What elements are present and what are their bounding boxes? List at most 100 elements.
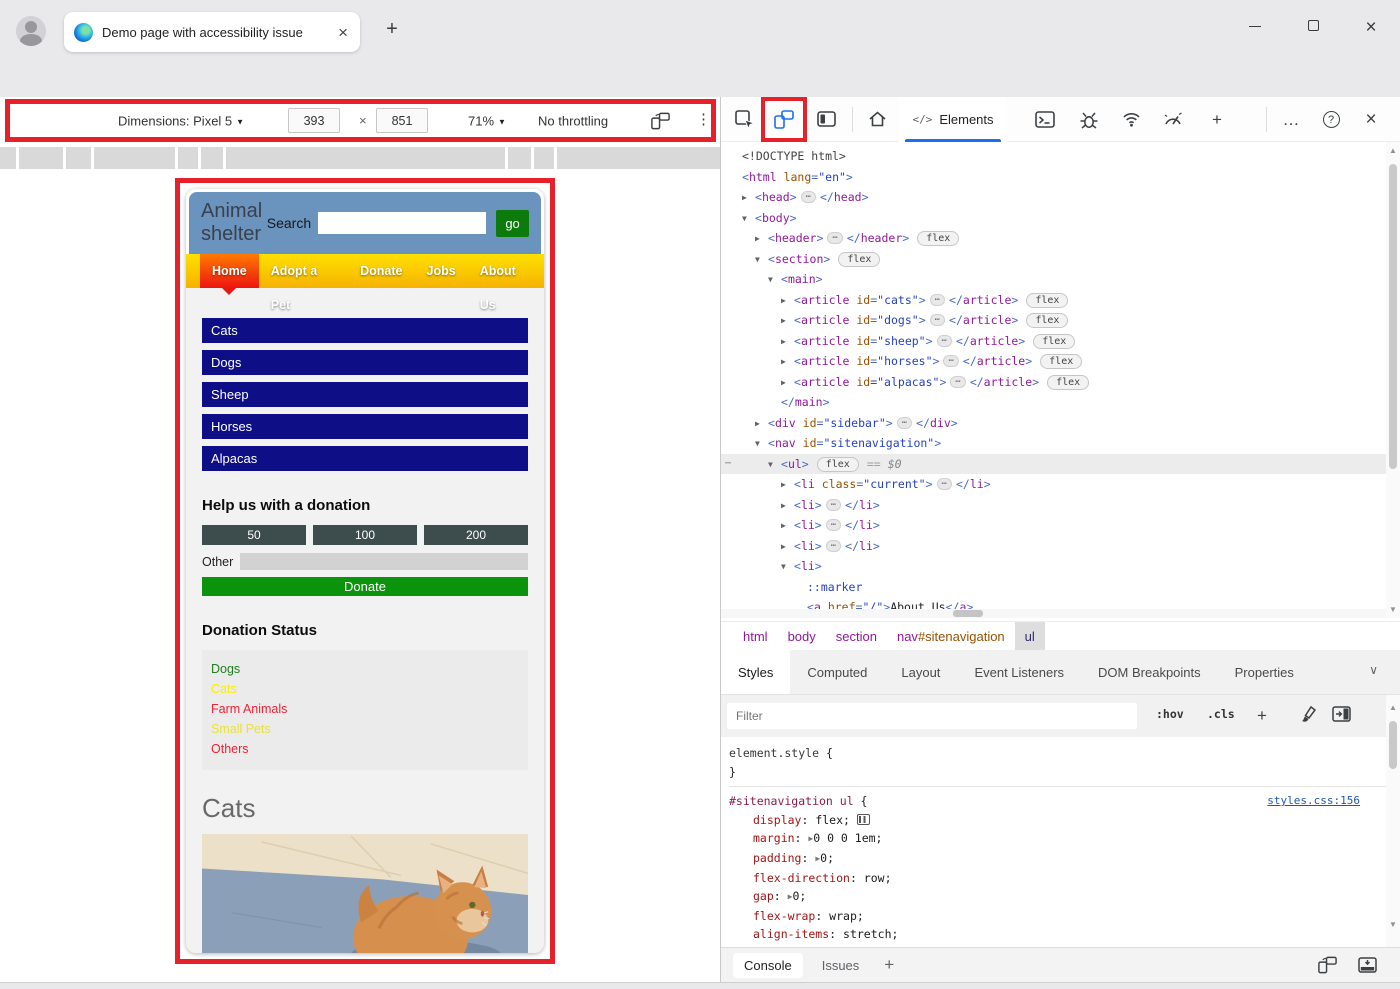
devtools-help-icon[interactable]: ?: [1317, 109, 1345, 131]
drawer-tab-console[interactable]: Console: [733, 953, 803, 978]
new-tab-button[interactable]: +: [380, 18, 404, 41]
dock-drawer-icon[interactable]: [1357, 955, 1378, 978]
site-nav-item[interactable]: Jobs: [415, 254, 468, 288]
status-item[interactable]: Small Pets: [202, 719, 528, 739]
tab-elements[interactable]: </> Elements: [899, 97, 1007, 142]
dom-tree-row[interactable]: ▶<li class="current">⋯</li>: [721, 474, 1386, 495]
expand-arrow-icon[interactable]: ▼: [755, 250, 768, 271]
dom-tree-row[interactable]: ▶<li>⋯</li>: [721, 515, 1386, 536]
dom-tree-row[interactable]: ::marker: [721, 577, 1386, 598]
dom-tree-row[interactable]: ▶<article id="alpacas">⋯</article>flex: [721, 372, 1386, 393]
collapsed-content-icon[interactable]: ⋯: [827, 232, 842, 244]
device-toolbar-toggle-icon[interactable]: [761, 97, 807, 142]
breadcrumb-item[interactable]: section: [826, 622, 887, 650]
collapsed-content-icon[interactable]: ⋯: [826, 540, 841, 552]
search-go-button[interactable]: go: [496, 210, 529, 237]
sidebar-tab-event-listeners[interactable]: Event Listeners: [957, 650, 1081, 694]
css-property[interactable]: margin: ▶0 0 0 1em;: [729, 829, 1386, 849]
css-property[interactable]: padding: ▶0;: [729, 849, 1386, 869]
add-drawer-tab-icon[interactable]: +: [884, 955, 894, 975]
breadcrumb-item[interactable]: body: [778, 622, 826, 650]
dom-tree-row[interactable]: ▼<nav id="sitenavigation">: [721, 433, 1386, 454]
inspect-element-icon[interactable]: [731, 109, 759, 131]
expand-arrow-icon[interactable]: ▼: [742, 209, 755, 230]
devtools-menu-icon[interactable]: …: [1277, 109, 1305, 131]
row-options-icon[interactable]: ⋯: [725, 454, 731, 475]
dom-tree-row[interactable]: ⋯▼<ul>flex==$0: [721, 454, 1386, 475]
dom-tree-row[interactable]: </main>: [721, 392, 1386, 413]
dom-tree-row[interactable]: ▶<article id="horses">⋯</article>flex: [721, 351, 1386, 372]
flex-badge[interactable]: flex: [917, 231, 959, 246]
flex-badge[interactable]: flex: [1026, 313, 1068, 328]
status-item[interactable]: Dogs: [202, 659, 528, 679]
dom-tree-row[interactable]: ▶<article id="cats">⋯</article>flex: [721, 290, 1386, 311]
activity-bar-location-icon[interactable]: [813, 109, 841, 131]
expand-arrow-icon[interactable]: ▶: [781, 352, 794, 373]
css-rule-selector[interactable]: element.style {: [729, 744, 1386, 763]
collapsed-content-icon[interactable]: ⋯: [937, 478, 952, 490]
sidebar-tab-properties[interactable]: Properties: [1218, 650, 1311, 694]
site-nav-item[interactable]: Adopt a Pet: [259, 254, 348, 288]
amount-button[interactable]: 100: [313, 525, 417, 545]
home-icon[interactable]: [863, 109, 891, 131]
devtools-close-icon[interactable]: ×: [1357, 109, 1385, 131]
minimize-button[interactable]: [1240, 18, 1270, 36]
animal-button[interactable]: Dogs: [202, 350, 528, 375]
sidebar-tab-computed[interactable]: Computed: [790, 650, 884, 694]
styles-filter-input[interactable]: [727, 703, 1137, 729]
flex-editor-icon[interactable]: [857, 814, 870, 825]
status-item[interactable]: Farm Animals: [202, 699, 528, 719]
dom-tree-row[interactable]: ▶<li>⋯</li>: [721, 495, 1386, 516]
breadcrumb-item[interactable]: html: [733, 622, 778, 650]
collapsed-content-icon[interactable]: ⋯: [943, 355, 958, 367]
flex-badge[interactable]: flex: [838, 252, 880, 267]
more-tabs-chevron-icon[interactable]: ∨: [1369, 663, 1378, 677]
dom-tree-row[interactable]: <html lang="en">: [721, 167, 1386, 188]
dom-tree-row[interactable]: ▼<li>: [721, 556, 1386, 577]
dom-tree-row[interactable]: ▶<article id="sheep">⋯</article>flex: [721, 331, 1386, 352]
collapsed-content-icon[interactable]: ⋯: [930, 314, 945, 326]
expand-arrow-icon[interactable]: ▶: [781, 311, 794, 332]
css-property[interactable]: align-items: stretch;: [729, 925, 1386, 944]
debug-bug-icon[interactable]: [1075, 109, 1103, 131]
network-conditions-icon[interactable]: [1117, 109, 1145, 131]
tab-close-icon[interactable]: ×: [336, 24, 350, 41]
collapsed-content-icon[interactable]: ⋯: [801, 191, 816, 203]
maximize-button[interactable]: [1298, 18, 1328, 36]
breadcrumb-item[interactable]: ul: [1015, 622, 1045, 650]
collapsed-content-icon[interactable]: ⋯: [897, 417, 912, 429]
throttling-dropdown[interactable]: No throttling: [538, 113, 608, 128]
sidebar-tab-layout[interactable]: Layout: [884, 650, 957, 694]
expand-arrow-icon[interactable]: ▶: [781, 537, 794, 558]
site-search-input[interactable]: [318, 212, 486, 234]
flex-badge[interactable]: flex: [817, 457, 859, 472]
add-panel-icon[interactable]: +: [1203, 109, 1231, 131]
device-toolbar-menu-icon[interactable]: ⋮: [696, 110, 711, 128]
css-property[interactable]: gap: ▶0;: [729, 887, 1386, 907]
viewport-width-input[interactable]: [288, 108, 340, 133]
dom-tree-row[interactable]: ▼<body>: [721, 208, 1386, 229]
expand-arrow-icon[interactable]: ▼: [768, 455, 781, 476]
toggle-hover-state[interactable]: :hov: [1156, 707, 1184, 721]
window-close-button[interactable]: ×: [1356, 18, 1386, 37]
dom-tree-row[interactable]: ▼<main>: [721, 269, 1386, 290]
console-panel-icon[interactable]: [1031, 109, 1059, 131]
flex-badge[interactable]: flex: [1040, 354, 1082, 369]
browser-tab[interactable]: Demo page with accessibility issue ×: [64, 12, 360, 52]
css-rule-selector[interactable]: #sitenavigation ul {styles.css:156: [729, 792, 1386, 811]
performance-gauge-icon[interactable]: [1159, 109, 1187, 131]
collapsed-content-icon[interactable]: ⋯: [937, 335, 952, 347]
animal-button[interactable]: Sheep: [202, 382, 528, 407]
flex-badge[interactable]: flex: [1026, 293, 1068, 308]
expand-arrow-icon[interactable]: ▶: [742, 188, 755, 209]
expand-arrow-icon[interactable]: ▶: [781, 291, 794, 312]
flex-badge[interactable]: flex: [1033, 334, 1075, 349]
expand-arrow-icon[interactable]: ▼: [755, 434, 768, 455]
rotate-device-icon[interactable]: [1317, 955, 1338, 978]
expand-arrow-icon[interactable]: ▶: [781, 516, 794, 537]
dom-tree-row[interactable]: ▶<div id="sidebar">⋯</div>: [721, 413, 1386, 434]
animal-button[interactable]: Horses: [202, 414, 528, 439]
expand-arrow-icon[interactable]: ▶: [781, 373, 794, 394]
dom-tree-row[interactable]: <!DOCTYPE html>: [721, 146, 1386, 167]
dimensions-dropdown[interactable]: Dimensions: Pixel 5▼: [118, 113, 244, 128]
